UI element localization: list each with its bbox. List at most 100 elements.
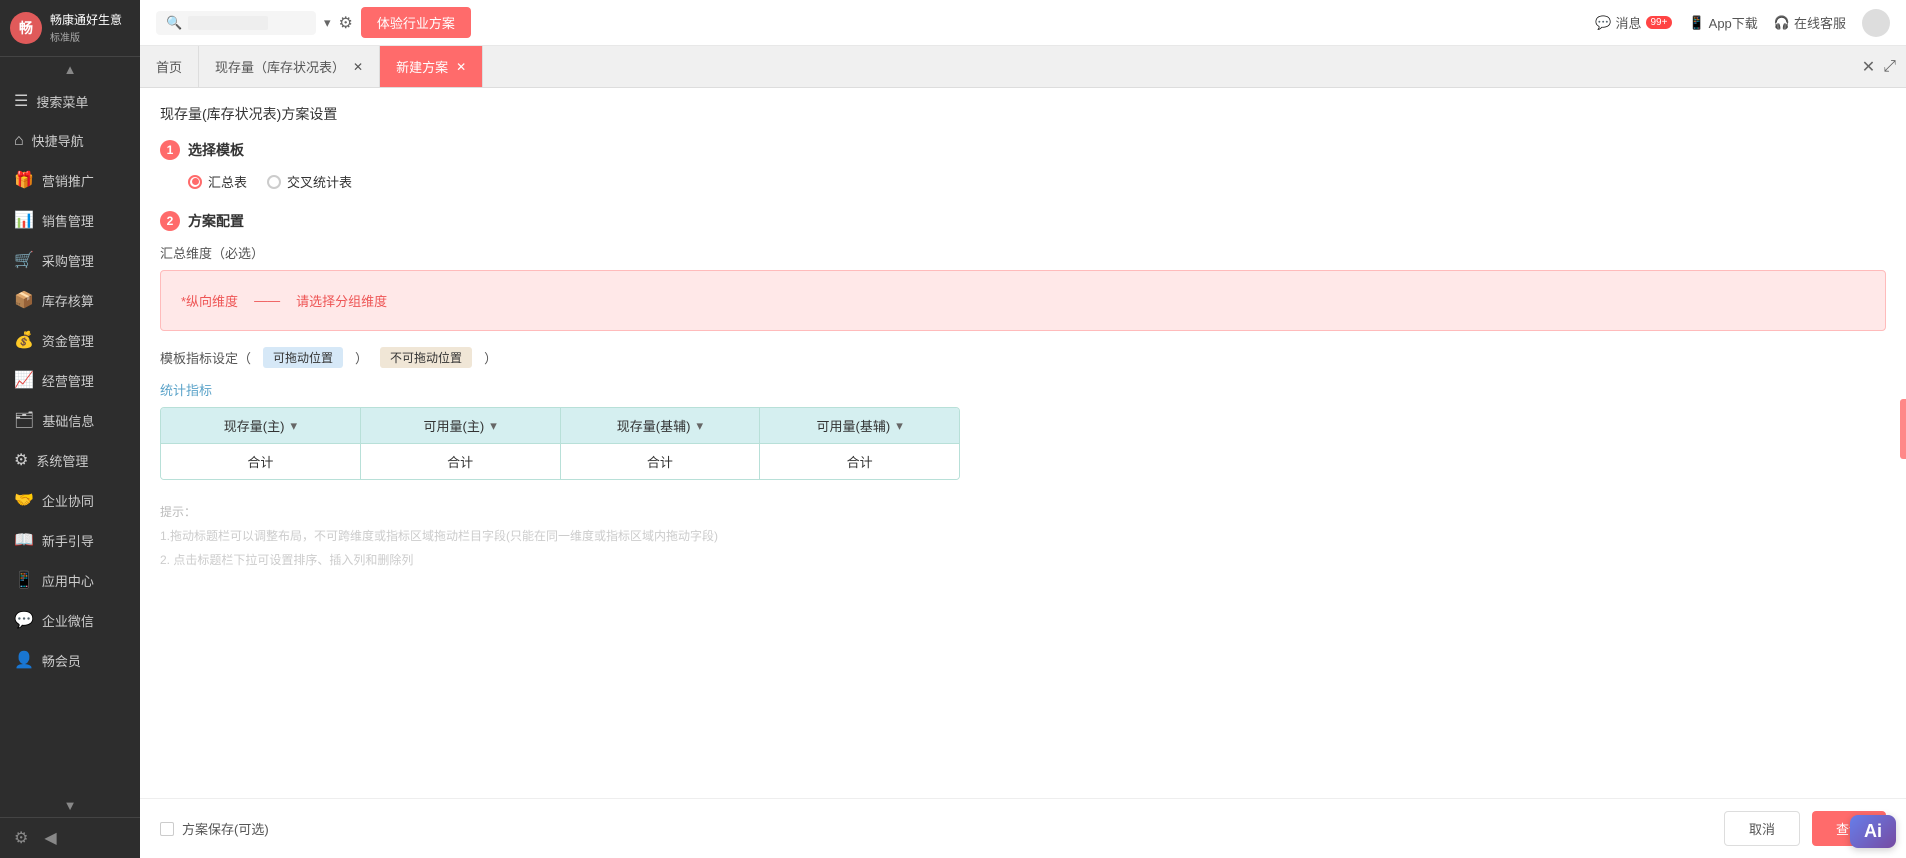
metrics-close-paren: ） (484, 348, 497, 367)
radio-summary[interactable]: 汇总表 (188, 172, 247, 191)
sidebar: 畅 畅康通好生意 标准版 ▲ ☰ 搜索菜单 ⌂ 快捷导航 🎁 营销推广 📊 销售… (0, 0, 140, 858)
sidebar-item-finance[interactable]: 💰 资金管理 (0, 320, 140, 360)
sidebar-item-sales[interactable]: 📊 销售管理 (0, 200, 140, 240)
step1-header: 1 选择模板 (160, 140, 1886, 160)
messages-item[interactable]: 💬 消息 99+ (1595, 13, 1672, 32)
draggable-tag: 可拖动位置 (263, 347, 343, 368)
stats-col-2-dropdown[interactable]: ▾ (696, 418, 703, 434)
sidebar-item-purchase[interactable]: 🛒 采购管理 (0, 240, 140, 280)
search-icon: 🔍 (166, 15, 182, 31)
sidebar-item-marketing[interactable]: 🎁 营销推广 (0, 160, 140, 200)
content-area: 现存量(库存状况表)方案设置 1 选择模板 汇总表 交叉统计表 (140, 88, 1906, 798)
sidebar-item-basic[interactable]: 🗂 基础信息 (0, 400, 140, 440)
tab-inventory-close[interactable]: ✕ (353, 60, 363, 74)
stats-col-2-label: 现存量(基辅) (617, 416, 691, 435)
sidebar-item-inventory[interactable]: 📦 库存核算 (0, 280, 140, 320)
step1-section: 1 选择模板 汇总表 交叉统计表 (160, 140, 1886, 191)
search-bar-placeholder (188, 16, 268, 30)
stats-table-header: 现存量(主) ▾ 可用量(主) ▾ 现存量(基辅) ▾ (161, 408, 959, 443)
stats-col-1-dropdown[interactable]: ▾ (490, 418, 497, 434)
tips-item-0: 1.拖动标题栏可以调整布局，不可跨维度或指标区域拖动栏目字段(只能在同一维度或指… (160, 524, 1886, 548)
step1-badge: 1 (160, 140, 180, 160)
sidebar-item-collab[interactable]: 🤝 企业协同 (0, 480, 140, 520)
tab-inventory[interactable]: 现存量（库存状况表） ✕ (199, 46, 380, 87)
stats-col-1[interactable]: 可用量(主) ▾ (361, 408, 561, 443)
step2-badge: 2 (160, 211, 180, 231)
stats-col-2[interactable]: 现存量(基辅) ▾ (561, 408, 761, 443)
radio-summary-label: 汇总表 (208, 172, 247, 191)
sidebar-item-wechat[interactable]: 💬 企业微信 (0, 600, 140, 640)
sidebar-item-label: 企业协同 (42, 491, 94, 510)
sidebar-scroll-down[interactable]: ▼ (0, 793, 140, 817)
save-checkbox[interactable] (160, 822, 174, 836)
radio-cross-label: 交叉统计表 (287, 172, 352, 191)
user-avatar[interactable] (1862, 9, 1890, 37)
dimension-divider: —— (254, 293, 280, 308)
tips-item-1: 2. 点击标题栏下拉可设置排序、插入列和删除列 (160, 548, 1886, 572)
stats-col-3-label: 可用量(基辅) (817, 416, 891, 435)
sidebar-item-management[interactable]: 📈 经营管理 (0, 360, 140, 400)
radio-summary-circle (188, 175, 202, 189)
basic-icon: 🗂 (14, 410, 34, 430)
sidebar-item-member[interactable]: 👤 畅会员 (0, 640, 140, 680)
cancel-button[interactable]: 取消 (1724, 811, 1800, 846)
sidebar-toggle-icon[interactable]: ◀ (44, 828, 56, 848)
marketing-icon: 🎁 (14, 170, 34, 190)
app-download-item[interactable]: 📱 App下载 (1688, 13, 1757, 32)
home-icon: ⌂ (14, 132, 24, 150)
logo-icon: 畅 (10, 12, 42, 44)
tab-expand-icon[interactable]: ⤢ (1883, 58, 1896, 76)
sidebar-item-search[interactable]: ☰ 搜索菜单 (0, 81, 140, 121)
step2-body: 汇总维度（必选） *纵向维度 —— 请选择分组维度 模板指标设定（ 可拖动位置 … (160, 243, 1886, 572)
sidebar-item-label: 基础信息 (42, 411, 94, 430)
content-wrapper: 现存量(库存状况表)方案设置 1 选择模板 汇总表 交叉统计表 (140, 88, 1906, 858)
radio-cross[interactable]: 交叉统计表 (267, 172, 352, 191)
template-options: 汇总表 交叉统计表 (188, 172, 1886, 191)
sidebar-item-label: 库存核算 (42, 291, 94, 310)
collab-icon: 🤝 (14, 490, 34, 510)
sidebar-item-system[interactable]: ⚙ 系统管理 (0, 440, 140, 480)
ai-badge[interactable]: Ai (1850, 815, 1896, 848)
topbar-right: 💬 消息 99+ 📱 App下载 🎧 在线客服 (1595, 9, 1890, 37)
sidebar-scroll-up[interactable]: ▲ (0, 57, 140, 81)
step2-header: 2 方案配置 (160, 211, 1886, 231)
page-title: 现存量(库存状况表)方案设置 (160, 104, 1886, 124)
sidebar-item-label: 资金管理 (42, 331, 94, 350)
sidebar-bottom: ⚙ ◀ (0, 817, 140, 858)
stats-col-3[interactable]: 可用量(基辅) ▾ (760, 408, 959, 443)
tab-new-plan-label: 新建方案 (396, 57, 448, 76)
topbar-dropdown[interactable]: ▾ (324, 15, 331, 31)
stats-table-row: 合计 合计 合计 合计 (161, 443, 959, 479)
tips-section: 提示： 1.拖动标题栏可以调整布局，不可跨维度或指标区域拖动栏目字段(只能在同一… (160, 500, 1886, 572)
topbar-settings-icon[interactable]: ⚙ (339, 13, 353, 33)
step2-section: 2 方案配置 汇总维度（必选） *纵向维度 —— 请选择分组维度 模板 (160, 211, 1886, 572)
tab-new-plan[interactable]: 新建方案 ✕ (380, 46, 483, 87)
guide-icon: 📖 (14, 530, 34, 550)
settings-icon[interactable]: ⚙ (14, 828, 28, 848)
sidebar-item-apps[interactable]: 📱 应用中心 (0, 560, 140, 600)
app-name: 畅康通好生意 (50, 12, 122, 29)
right-side-handle[interactable] (1900, 399, 1906, 459)
sidebar-item-label: 系统管理 (36, 451, 88, 470)
stats-col-3-dropdown[interactable]: ▾ (896, 418, 903, 434)
wechat-icon: 💬 (14, 610, 34, 630)
trial-button[interactable]: 体验行业方案 (361, 7, 471, 38)
sidebar-item-label: 营销推广 (42, 171, 94, 190)
sidebar-item-label: 销售管理 (42, 211, 94, 230)
tabs-right: ✕ ⤢ (1862, 57, 1896, 77)
tab-close-icon[interactable]: ✕ (1862, 57, 1875, 77)
dimension-area: *纵向维度 —— 请选择分组维度 (160, 270, 1886, 331)
stats-col-0[interactable]: 现存量(主) ▾ (161, 408, 361, 443)
dimension-placeholder[interactable]: 请选择分组维度 (296, 291, 387, 310)
tab-home-label: 首页 (156, 57, 182, 76)
apps-icon: 📱 (14, 570, 34, 590)
dimension-row: *纵向维度 —— 请选择分组维度 (181, 291, 1865, 310)
tab-home[interactable]: 首页 (140, 46, 199, 87)
app-logo: 畅 畅康通好生意 标准版 (0, 0, 140, 57)
sidebar-item-guide[interactable]: 📖 新手引导 (0, 520, 140, 560)
stats-col-0-dropdown[interactable]: ▾ (290, 418, 297, 434)
tab-new-plan-close[interactable]: ✕ (456, 60, 466, 74)
radio-cross-circle (267, 175, 281, 189)
online-service-item[interactable]: 🎧 在线客服 (1774, 13, 1846, 32)
sidebar-item-nav[interactable]: ⌂ 快捷导航 (0, 121, 140, 160)
